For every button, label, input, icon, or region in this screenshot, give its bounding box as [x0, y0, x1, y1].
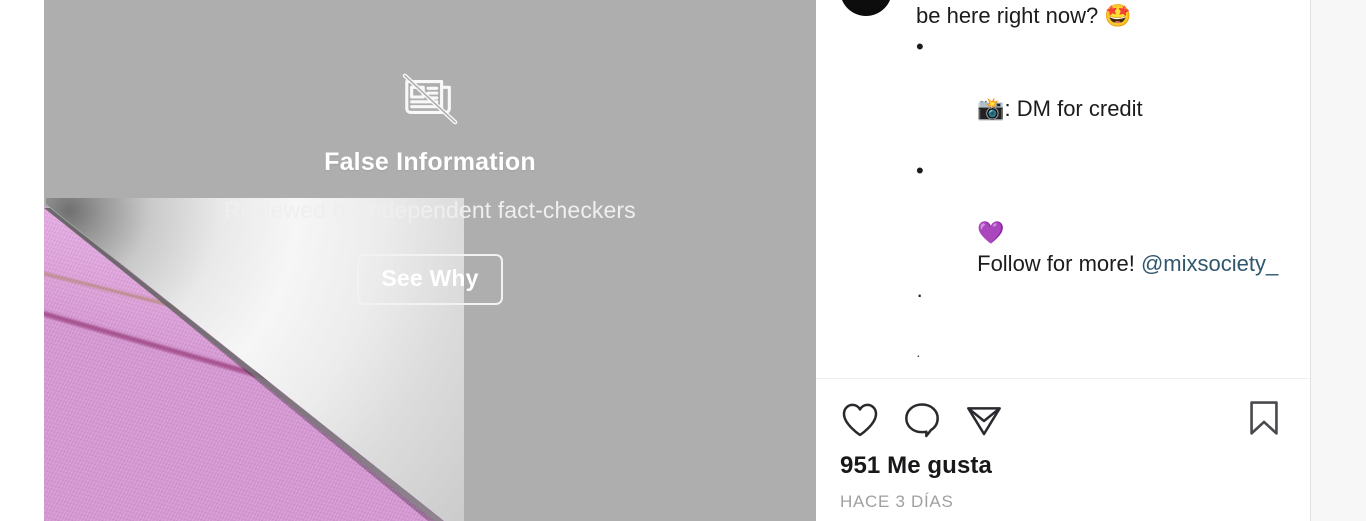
bookmark-icon[interactable] [1246, 398, 1282, 438]
mention-link[interactable]: @mixsociety_ [1141, 251, 1278, 276]
caption-line-2: 📸: DM for credit [916, 62, 1288, 155]
camera-emoji: 📸 [977, 96, 1005, 121]
page-background-right [1311, 0, 1366, 521]
caption-bullet-3: · [916, 347, 921, 363]
purple-heart-emoji: 💜 [977, 220, 1005, 245]
comment-bubble-icon[interactable] [902, 400, 942, 440]
post-action-bar: 951 Me gusta HACE 3 DÍAS [816, 379, 1310, 521]
likes-count[interactable]: 951 Me gusta [840, 452, 1288, 480]
caption-line-3-text: Follow for more! [977, 251, 1141, 276]
heart-icon[interactable] [840, 400, 880, 440]
post-media-column[interactable]: False Information Reviewed by independen… [44, 0, 816, 521]
action-icon-row [840, 396, 1288, 444]
posted-timestamp: HACE 3 DÍAS [840, 492, 954, 511]
caption-line-3: 💜 Follow for more! @mixsociety_ · [916, 186, 1288, 341]
caption-bullet-1: • [916, 34, 924, 59]
share-paper-plane-icon[interactable] [964, 400, 1004, 440]
post-right-border [1310, 0, 1311, 521]
caption-block: mixsociety_ 🏳️‍🌈 🌿 🐸 Would you rather be… [816, 0, 1310, 437]
caption-bullet-2: • [916, 158, 924, 183]
caption-text: mixsociety_ 🏳️‍🌈 🌿 🐸 Would you rather be… [916, 0, 1288, 397]
instagram-post-screen: False Information Reviewed by independen… [0, 0, 1366, 521]
xxx-amsterdam-avatar-icon [845, 0, 887, 13]
caption-line-1: be here right now? 🤩 [916, 3, 1132, 28]
author-avatar[interactable] [840, 0, 892, 16]
page-background-left [0, 0, 44, 521]
caption-line-2-text: : DM for credit [1004, 96, 1143, 121]
see-why-button[interactable]: See Why [357, 254, 503, 305]
